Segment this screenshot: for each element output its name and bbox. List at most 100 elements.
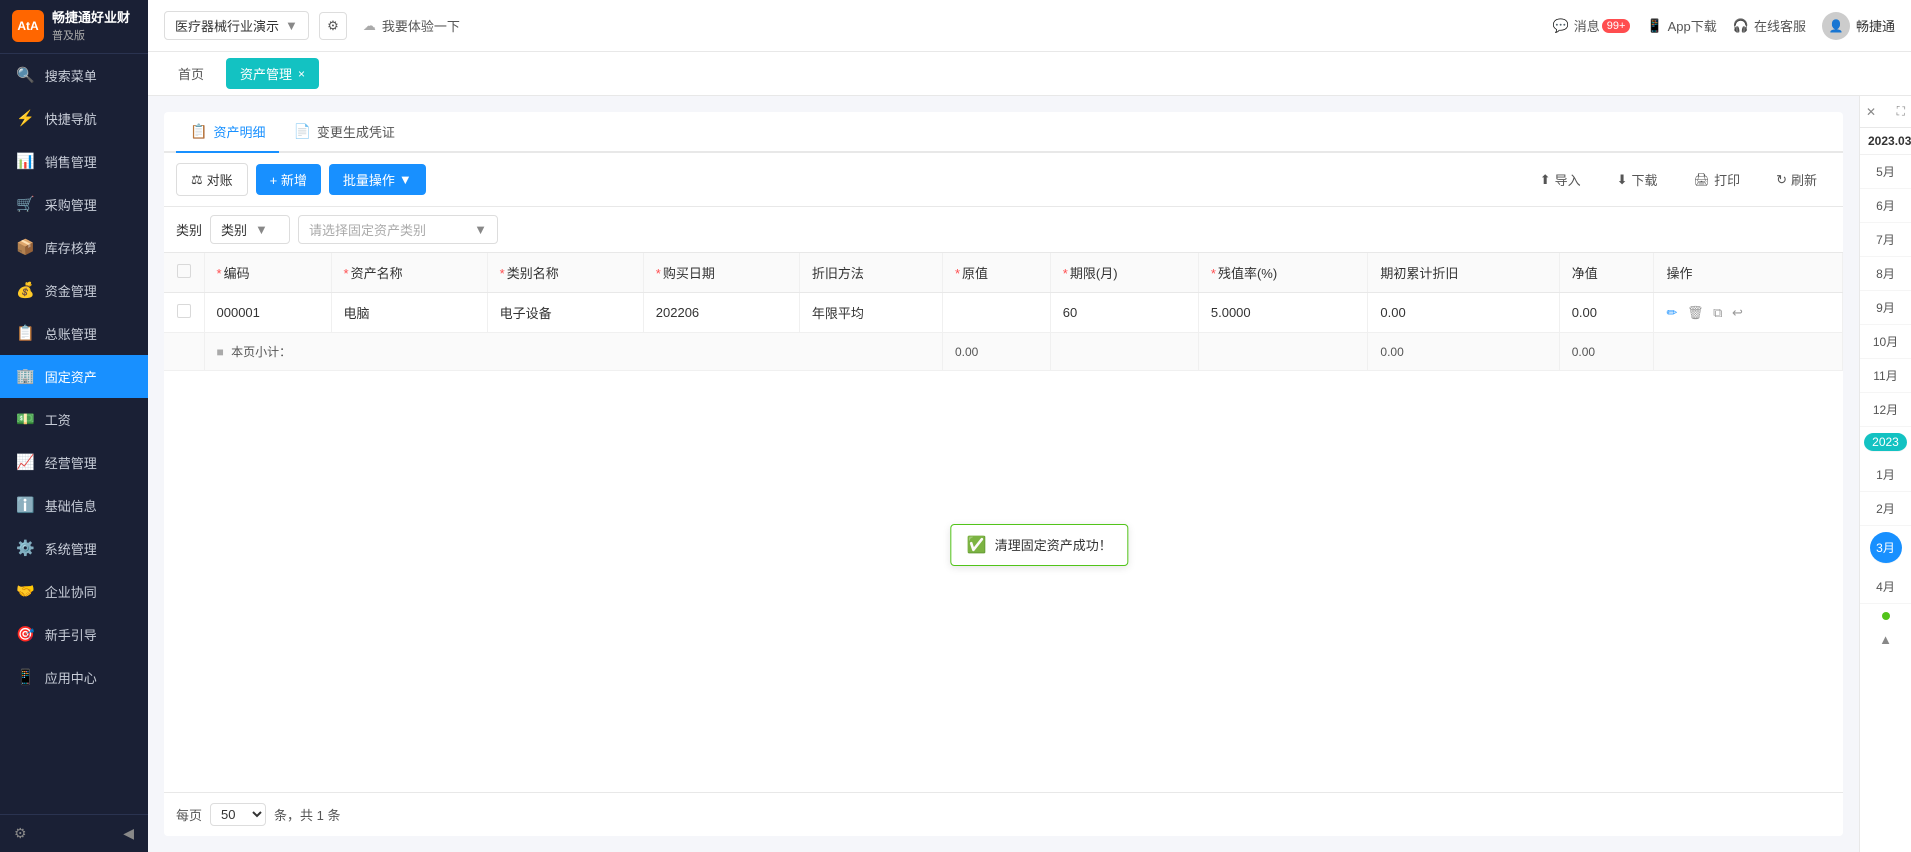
month-3-active[interactable]: 3月	[1870, 532, 1902, 564]
sub-tab-voucher-label: 变更生成凭证	[317, 122, 395, 141]
sub-tab-voucher[interactable]: 📄 变更生成凭证	[279, 112, 408, 153]
month-2[interactable]: 2月	[1860, 492, 1911, 526]
tab-home[interactable]: 首页	[164, 58, 218, 89]
month-10[interactable]: 10月	[1860, 325, 1911, 359]
th-net-value: 净值	[1559, 253, 1654, 293]
sidebar-item-enterprise[interactable]: 🤝 企业协同	[0, 570, 148, 613]
month-4[interactable]: 4月	[1860, 570, 1911, 604]
account-button[interactable]: ⚖ 对账	[176, 163, 248, 196]
td-subtotal-label: ■ 本页小计：	[204, 333, 942, 371]
app-label: App下载	[1668, 16, 1717, 35]
th-code: *编码	[204, 253, 331, 293]
settings-button[interactable]: ⚙	[319, 12, 347, 40]
month-8[interactable]: 8月	[1860, 257, 1911, 291]
sidebar-item-basic-info[interactable]: ℹ️ 基础信息	[0, 484, 148, 527]
td-code: 000001	[204, 293, 331, 333]
more-icon[interactable]: ↩	[1732, 305, 1743, 320]
inventory-icon: 📦	[16, 238, 35, 256]
collapse-icon[interactable]: ◀	[123, 825, 134, 842]
sidebar-item-search[interactable]: 🔍 搜索菜单	[0, 54, 148, 97]
quick-nav-icon: ⚡	[16, 109, 35, 127]
guide-icon: 🎯	[16, 625, 35, 643]
month-5[interactable]: 5月	[1860, 155, 1911, 189]
td-subtotal-period-empty	[1050, 333, 1198, 371]
row-checkbox[interactable]	[177, 304, 191, 318]
topbar: 医疗器械行业演示 ▼ ⚙ ☁ 我要体验一下 💬 消息 99+ 📱 App下载 🎧…	[148, 0, 1911, 52]
month-11[interactable]: 11月	[1860, 359, 1911, 393]
month-6[interactable]: 6月	[1860, 189, 1911, 223]
sidebar-item-system[interactable]: ⚙️ 系统管理	[0, 527, 148, 570]
refresh-button[interactable]: ↻ 刷新	[1762, 164, 1831, 195]
month-up-icon[interactable]: ▲	[1879, 632, 1892, 647]
sidebar-item-quick-nav[interactable]: ⚡ 快捷导航	[0, 97, 148, 140]
sub-tab-asset-detail[interactable]: 📋 资产明细	[176, 112, 279, 153]
per-page-label: 每页	[176, 805, 202, 824]
month-12[interactable]: 12月	[1860, 393, 1911, 427]
panel-scroll: 5月 6月 7月 8月 9月 10月 11月 12月 2023 1月 2月 3月…	[1860, 155, 1911, 852]
header-checkbox[interactable]	[177, 264, 191, 278]
category-input[interactable]: 请选择固定资产类别 ▼	[298, 215, 498, 244]
logo-sub: 普及版	[52, 27, 130, 43]
sidebar-item-ledger[interactable]: 📋 总账管理	[0, 312, 148, 355]
table-row: 000001 电脑 电子设备 202206 年限平均 60 5.0000 0.0…	[164, 293, 1843, 333]
online-service-action[interactable]: 🎧 在线客服	[1733, 16, 1806, 35]
sidebar-item-label: 应用中心	[45, 668, 97, 687]
service-label: 在线客服	[1754, 16, 1806, 35]
sidebar-item-salary[interactable]: 💵 工资	[0, 398, 148, 441]
sidebar-item-app-center[interactable]: 📱 应用中心	[0, 656, 148, 699]
sidebar-item-sales[interactable]: 📊 销售管理	[0, 140, 148, 183]
sidebar-item-label: 新手引导	[45, 625, 97, 644]
purchase-icon: 🛒	[16, 195, 35, 213]
settings-bottom-icon[interactable]: ⚙	[14, 825, 27, 842]
edit-icon[interactable]: ✏	[1666, 305, 1677, 320]
logo-icon: AtA	[12, 10, 44, 42]
sub-tab-asset-detail-label: 资产明细	[213, 122, 265, 141]
month-9[interactable]: 9月	[1860, 291, 1911, 325]
sidebar-item-guide[interactable]: 🎯 新手引导	[0, 613, 148, 656]
copy-icon[interactable]: ⧉	[1713, 305, 1722, 320]
th-initial-depr: 期初累计折旧	[1368, 253, 1559, 293]
print-label: 打印	[1714, 170, 1740, 189]
category-select-arrow-icon: ▼	[255, 222, 268, 237]
panel-expand-icon[interactable]: ⛶	[1897, 104, 1905, 119]
delete-icon[interactable]: 🗑	[1687, 305, 1704, 320]
message-action[interactable]: 💬 消息 99+	[1553, 16, 1631, 35]
pagination-bar: 每页 50 100 200 条，共 1 条	[164, 792, 1843, 836]
th-action: 操作	[1654, 253, 1843, 293]
td-depreciation: 年限平均	[799, 293, 942, 333]
user-action[interactable]: 👤 畅捷通	[1822, 12, 1895, 40]
print-button[interactable]: 🖨 打印	[1680, 164, 1755, 195]
asset-table: *编码 *资产名称 *类别名称 *购买日期 折旧方法 *原值 *期限(月) *残…	[164, 253, 1843, 371]
tab-asset-mgmt[interactable]: 资产管理 ×	[226, 58, 319, 89]
panel-close-icon[interactable]: ✕	[1866, 105, 1876, 119]
export-button[interactable]: ⬆ 导入	[1526, 164, 1595, 195]
voucher-tab-icon: 📄	[293, 123, 310, 140]
phone-icon: 📱	[1646, 18, 1662, 34]
tab-close-icon[interactable]: ×	[298, 67, 305, 81]
page-size-select[interactable]: 50 100 200	[210, 803, 266, 826]
sidebar-item-fixed-assets[interactable]: 🏢 固定资产	[0, 355, 148, 398]
sales-icon: 📊	[16, 152, 35, 170]
td-name: 电脑	[331, 293, 487, 333]
download-button[interactable]: ⬇ 下载	[1603, 164, 1672, 195]
sidebar-item-inventory[interactable]: 📦 库存核算	[0, 226, 148, 269]
sidebar-item-operations[interactable]: 📈 经营管理	[0, 441, 148, 484]
month-1[interactable]: 1月	[1860, 458, 1911, 492]
month-7[interactable]: 7月	[1860, 223, 1911, 257]
new-button[interactable]: + 新增	[256, 164, 321, 195]
category-select[interactable]: 类别 ▼	[210, 215, 290, 244]
table-header-row: *编码 *资产名称 *类别名称 *购买日期 折旧方法 *原值 *期限(月) *残…	[164, 253, 1843, 293]
total-label: 条，共 1 条	[274, 805, 340, 824]
sidebar-item-label: 库存核算	[45, 238, 97, 257]
td-subtotal-original: 0.00	[942, 333, 1050, 371]
export-label: 导入	[1555, 170, 1581, 189]
td-net-value: 0.00	[1559, 293, 1654, 333]
main-area: 医疗器械行业演示 ▼ ⚙ ☁ 我要体验一下 💬 消息 99+ 📱 App下载 🎧…	[148, 0, 1911, 852]
sidebar: AtA 畅捷通好业财 普及版 🔍 搜索菜单 ⚡ 快捷导航 📊 销售管理 🛒 采购…	[0, 0, 148, 852]
account-icon: ⚖	[191, 172, 203, 188]
sidebar-item-funds[interactable]: 💰 资金管理	[0, 269, 148, 312]
app-download-action[interactable]: 📱 App下载	[1646, 16, 1716, 35]
sidebar-item-purchase[interactable]: 🛒 采购管理	[0, 183, 148, 226]
batch-button[interactable]: 批量操作 ▼	[329, 164, 426, 195]
company-selector[interactable]: 医疗器械行业演示 ▼	[164, 11, 309, 40]
